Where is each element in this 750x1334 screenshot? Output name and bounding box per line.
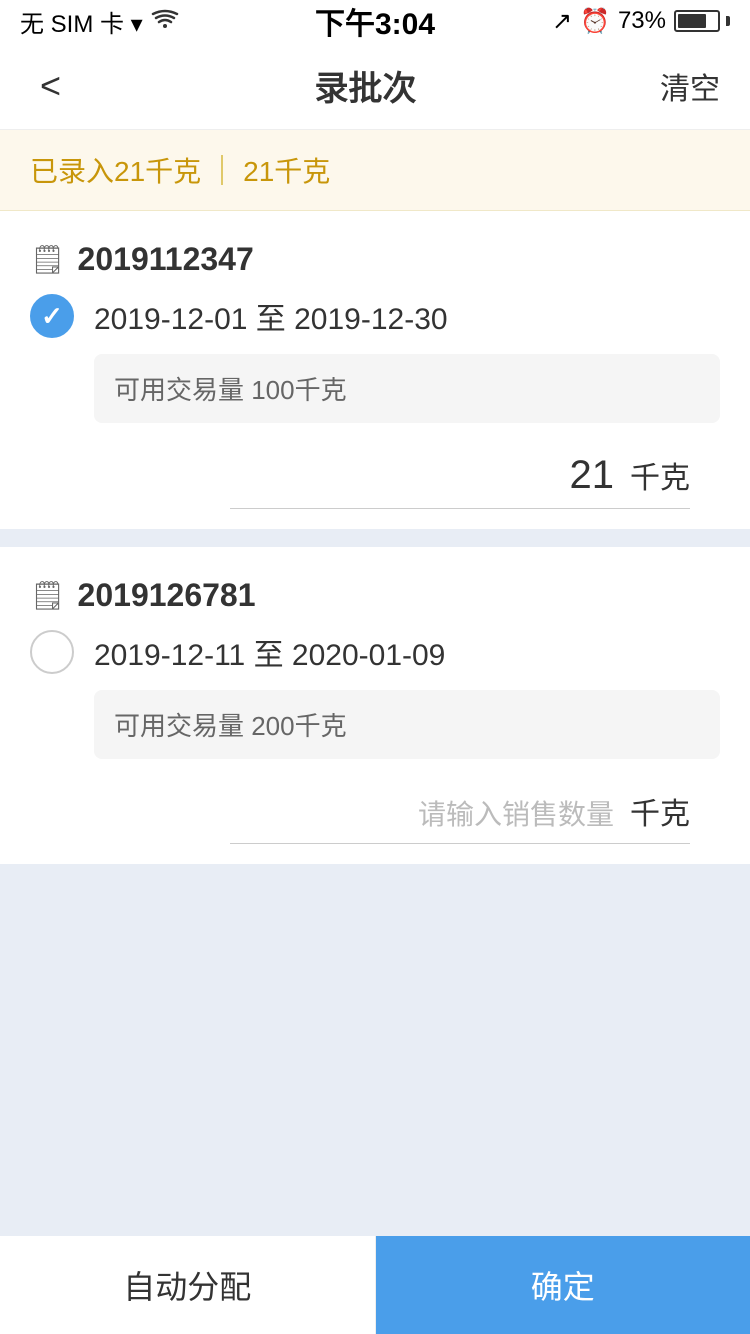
check-icon: ✓ <box>41 301 63 332</box>
batch-2-radio[interactable] <box>30 630 74 674</box>
status-right: ↗ ⏰ 73% <box>552 7 730 36</box>
batch-1-header: 🗒 2019112347 <box>30 241 720 278</box>
batch-2-unit: 千克 <box>630 789 690 833</box>
alarm-icon: ⏰ <box>580 7 610 36</box>
batch-2-row[interactable]: 2019-12-11 至 2020-01-09 <box>30 630 720 674</box>
bottom-space <box>0 864 750 1236</box>
batch-1-icon: 🗒 <box>30 243 66 276</box>
batch-2-input-row[interactable]: 请输入销售数量 千克 <box>30 769 720 843</box>
batch-1-radio[interactable]: ✓ <box>30 294 74 338</box>
batch-2-underline <box>230 843 690 844</box>
status-left: 无 SIM 卡 ▾ <box>20 4 179 39</box>
battery-icon <box>674 10 730 32</box>
batch-item-1[interactable]: 🗒 2019112347 ✓ 2019-12-01 至 2019-12-30 可… <box>0 211 750 529</box>
clear-button[interactable]: 清空 <box>660 64 720 108</box>
batch-1-date: 2019-12-01 至 2019-12-30 <box>94 294 448 338</box>
batch-2-header: 🗒 2019126781 <box>30 577 720 614</box>
nav-bar: < 录批次 清空 <box>0 42 750 130</box>
batch-1-id: 2019112347 <box>78 241 254 278</box>
batch-2-date: 2019-12-11 至 2020-01-09 <box>94 630 445 674</box>
total-label: 21千克 <box>243 150 330 190</box>
batch-1-row[interactable]: ✓ 2019-12-01 至 2019-12-30 <box>30 294 720 338</box>
batch-2-icon: 🗒 <box>30 579 66 612</box>
bottom-bar: 自动分配 确定 <box>0 1236 750 1334</box>
auto-distribute-button[interactable]: 自动分配 <box>0 1236 376 1334</box>
batch-2-input-placeholder: 请输入销售数量 <box>418 793 614 833</box>
status-time: 下午3:04 <box>315 0 435 43</box>
batch-2-id: 2019126781 <box>78 577 256 614</box>
back-button[interactable]: < <box>30 55 71 117</box>
card-divider <box>0 529 750 547</box>
confirm-button[interactable]: 确定 <box>376 1236 750 1334</box>
batch-1-amount-row: 21 千克 <box>30 433 720 508</box>
page-title: 录批次 <box>315 61 417 110</box>
info-divider <box>221 155 223 185</box>
batch-1-unit: 千克 <box>630 453 690 497</box>
info-banner: 已录入21千克 21千克 <box>0 130 750 211</box>
status-bar: 无 SIM 卡 ▾ 下午3:04 ↗ ⏰ 73% <box>0 0 750 42</box>
wifi-icon <box>151 7 179 35</box>
location-icon: ↗ <box>552 7 572 36</box>
batch-1-underline <box>230 508 690 509</box>
batch-2-available: 可用交易量 200千克 <box>94 690 720 759</box>
main-content: 已录入21千克 21千克 🗒 2019112347 ✓ 2019-12-01 至… <box>0 130 750 1236</box>
battery-percent: 73% <box>618 7 666 35</box>
batch-1-available: 可用交易量 100千克 <box>94 354 720 423</box>
entered-label: 已录入21千克 <box>30 150 201 190</box>
sim-label: 无 SIM 卡 ▾ <box>20 4 143 39</box>
batch-item-2[interactable]: 🗒 2019126781 2019-12-11 至 2020-01-09 可用交… <box>0 547 750 864</box>
batch-1-amount: 21 <box>570 453 615 498</box>
